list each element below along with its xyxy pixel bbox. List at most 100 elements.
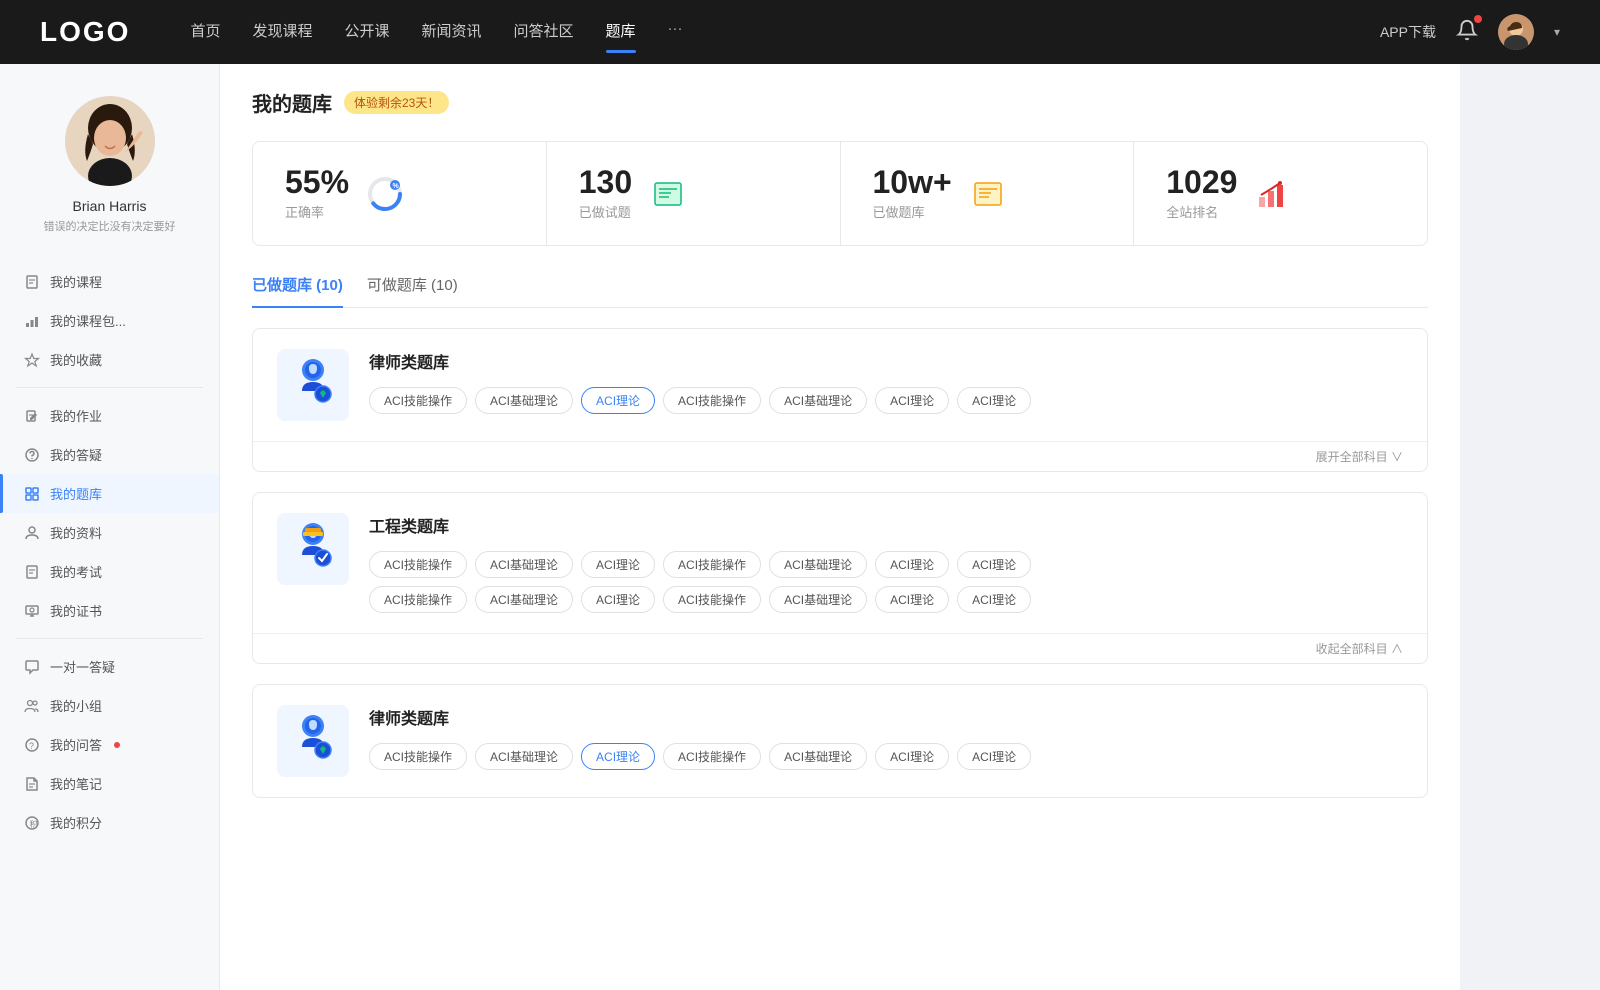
- nav-more[interactable]: ···: [668, 20, 683, 45]
- done-banks-icon: [968, 174, 1008, 214]
- stat-accuracy-label: 正确率: [285, 202, 349, 221]
- stats-row: 55% 正确率 % 130 已做试题: [252, 141, 1428, 246]
- tag-2-4[interactable]: ACI基础理论: [769, 743, 867, 770]
- bank-card-0: 律师类题库 ACI技能操作 ACI基础理论 ACI理论 ACI技能操作 ACI基…: [252, 328, 1428, 472]
- stat-done-q-value: 130: [579, 166, 632, 198]
- nav-discover[interactable]: 发现课程: [252, 20, 312, 45]
- avatar[interactable]: [1498, 14, 1534, 50]
- stat-rank-value: 1029: [1166, 166, 1237, 198]
- sidebar-item-group[interactable]: 我的小组: [0, 686, 219, 725]
- expand-link-0[interactable]: 展开全部科目 ∨: [1316, 448, 1403, 465]
- bank-card-1-content: 工程类题库 ACI技能操作 ACI基础理论 ACI理论 ACI技能操作 ACI基…: [253, 493, 1427, 633]
- tag-1-5[interactable]: ACI理论: [875, 551, 949, 578]
- stat-rank: 1029 全站排名: [1134, 142, 1427, 245]
- tabs: 已做题库 (10) 可做题库 (10): [252, 274, 1428, 308]
- sidebar-item-homework[interactable]: 我的作业: [0, 396, 219, 435]
- sidebar-item-favorites[interactable]: 我的收藏: [0, 340, 219, 379]
- bank-card-1: 工程类题库 ACI技能操作 ACI基础理论 ACI理论 ACI技能操作 ACI基…: [252, 492, 1428, 664]
- nav-open-course[interactable]: 公开课: [344, 20, 389, 45]
- sidebar-item-points[interactable]: 积 我的积分: [0, 803, 219, 842]
- tag-0-1[interactable]: ACI基础理论: [475, 387, 573, 414]
- sidebar-item-course[interactable]: 我的课程: [0, 262, 219, 301]
- tag-1r-1[interactable]: ACI基础理论: [475, 586, 573, 613]
- tag-0-3[interactable]: ACI技能操作: [663, 387, 761, 414]
- tag-1-0[interactable]: ACI技能操作: [369, 551, 467, 578]
- avatar-chevron[interactable]: ▾: [1554, 25, 1560, 39]
- tag-0-4[interactable]: ACI基础理论: [769, 387, 867, 414]
- tag-1r-5[interactable]: ACI理论: [875, 586, 949, 613]
- bank-card-2-tags: ACI技能操作 ACI基础理论 ACI理论 ACI技能操作 ACI基础理论 AC…: [369, 743, 1403, 770]
- sidebar-label-qa: 我的答疑: [50, 445, 102, 464]
- person-icon: [24, 525, 40, 541]
- group-icon: [24, 698, 40, 714]
- tag-2-5[interactable]: ACI理论: [875, 743, 949, 770]
- nav-home[interactable]: 首页: [190, 20, 220, 45]
- tab-todo[interactable]: 可做题库 (10): [367, 274, 458, 307]
- tab-done[interactable]: 已做题库 (10): [252, 274, 343, 307]
- sidebar-item-questions[interactable]: ? 我的问答: [0, 725, 219, 764]
- tag-1-6[interactable]: ACI理论: [957, 551, 1031, 578]
- bank-card-0-footer: 展开全部科目 ∨: [253, 441, 1427, 471]
- tag-2-1[interactable]: ACI基础理论: [475, 743, 573, 770]
- tag-1r-3[interactable]: ACI技能操作: [663, 586, 761, 613]
- tag-2-3[interactable]: ACI技能操作: [663, 743, 761, 770]
- tag-1-4[interactable]: ACI基础理论: [769, 551, 867, 578]
- stat-done-q-label: 已做试题: [579, 202, 632, 221]
- sidebar-label-points: 我的积分: [50, 813, 102, 832]
- stat-rank-label: 全站排名: [1166, 202, 1237, 221]
- nav-qa[interactable]: 问答社区: [514, 20, 574, 45]
- tag-2-6[interactable]: ACI理论: [957, 743, 1031, 770]
- sidebar-item-exam[interactable]: 我的考试: [0, 552, 219, 591]
- sidebar: Brian Harris 错误的决定比没有决定要好 我的课程 我的课程包...: [0, 64, 220, 990]
- tag-1-3[interactable]: ACI技能操作: [663, 551, 761, 578]
- sidebar-label-profile: 我的资料: [50, 523, 102, 542]
- sidebar-label-exam: 我的考试: [50, 562, 102, 581]
- bank-card-0-title: 律师类题库: [369, 349, 1403, 373]
- tag-0-5[interactable]: ACI理论: [875, 387, 949, 414]
- app-download[interactable]: APP下载: [1380, 22, 1436, 42]
- sidebar-item-qa[interactable]: 我的答疑: [0, 435, 219, 474]
- tag-1-2[interactable]: ACI理论: [581, 551, 655, 578]
- bank-card-2-content: 律师类题库 ACI技能操作 ACI基础理论 ACI理论 ACI技能操作 ACI基…: [253, 685, 1427, 797]
- rank-icon: [1253, 174, 1293, 214]
- sidebar-item-bank[interactable]: 我的题库: [0, 474, 219, 513]
- tag-0-2[interactable]: ACI理论: [581, 387, 655, 414]
- star-icon: [24, 352, 40, 368]
- tag-2-2[interactable]: ACI理论: [581, 743, 655, 770]
- tag-1r-6[interactable]: ACI理论: [957, 586, 1031, 613]
- tag-1r-4[interactable]: ACI基础理论: [769, 586, 867, 613]
- divider-1: [16, 387, 203, 388]
- tag-0-0[interactable]: ACI技能操作: [369, 387, 467, 414]
- notification-bell[interactable]: [1456, 19, 1478, 46]
- svg-text:?: ?: [29, 741, 34, 751]
- sidebar-item-cert[interactable]: 我的证书: [0, 591, 219, 630]
- tag-0-6[interactable]: ACI理论: [957, 387, 1031, 414]
- sidebar-item-profile[interactable]: 我的资料: [0, 513, 219, 552]
- sidebar-item-notes[interactable]: 我的笔记: [0, 764, 219, 803]
- bank-card-0-content: 律师类题库 ACI技能操作 ACI基础理论 ACI理论 ACI技能操作 ACI基…: [253, 329, 1427, 441]
- main-content: 我的题库 体验剩余23天！ 55% 正确率 %: [220, 64, 1460, 990]
- sidebar-label-group: 我的小组: [50, 696, 102, 715]
- nav-news[interactable]: 新闻资讯: [422, 20, 482, 45]
- bar-icon: [24, 313, 40, 329]
- bank-card-2: 律师类题库 ACI技能操作 ACI基础理论 ACI理论 ACI技能操作 ACI基…: [252, 684, 1428, 798]
- bank-card-1-title: 工程类题库: [369, 513, 1403, 537]
- stat-accuracy-text: 55% 正确率: [285, 166, 349, 221]
- expand-link-1[interactable]: 收起全部科目 ∧: [1316, 640, 1403, 657]
- logo[interactable]: LOGO: [40, 16, 130, 48]
- sidebar-item-1on1[interactable]: 一对一答疑: [0, 647, 219, 686]
- tag-2-0[interactable]: ACI技能操作: [369, 743, 467, 770]
- tag-1r-0[interactable]: ACI技能操作: [369, 586, 467, 613]
- done-q-icon: [648, 174, 688, 214]
- sidebar-label-bank: 我的题库: [50, 484, 102, 503]
- tag-1-1[interactable]: ACI基础理论: [475, 551, 573, 578]
- sidebar-item-package[interactable]: 我的课程包...: [0, 301, 219, 340]
- bank-card-2-icon: [277, 705, 349, 777]
- nav-exam[interactable]: 题库: [606, 20, 636, 45]
- sidebar-label-favorites: 我的收藏: [50, 350, 102, 369]
- tag-1r-2[interactable]: ACI理论: [581, 586, 655, 613]
- stat-done-banks: 10w+ 已做题库: [841, 142, 1135, 245]
- bank-card-1-body: 工程类题库 ACI技能操作 ACI基础理论 ACI理论 ACI技能操作 ACI基…: [369, 513, 1403, 613]
- sidebar-label-homework: 我的作业: [50, 406, 102, 425]
- bank-card-0-tags: ACI技能操作 ACI基础理论 ACI理论 ACI技能操作 ACI基础理论 AC…: [369, 387, 1403, 414]
